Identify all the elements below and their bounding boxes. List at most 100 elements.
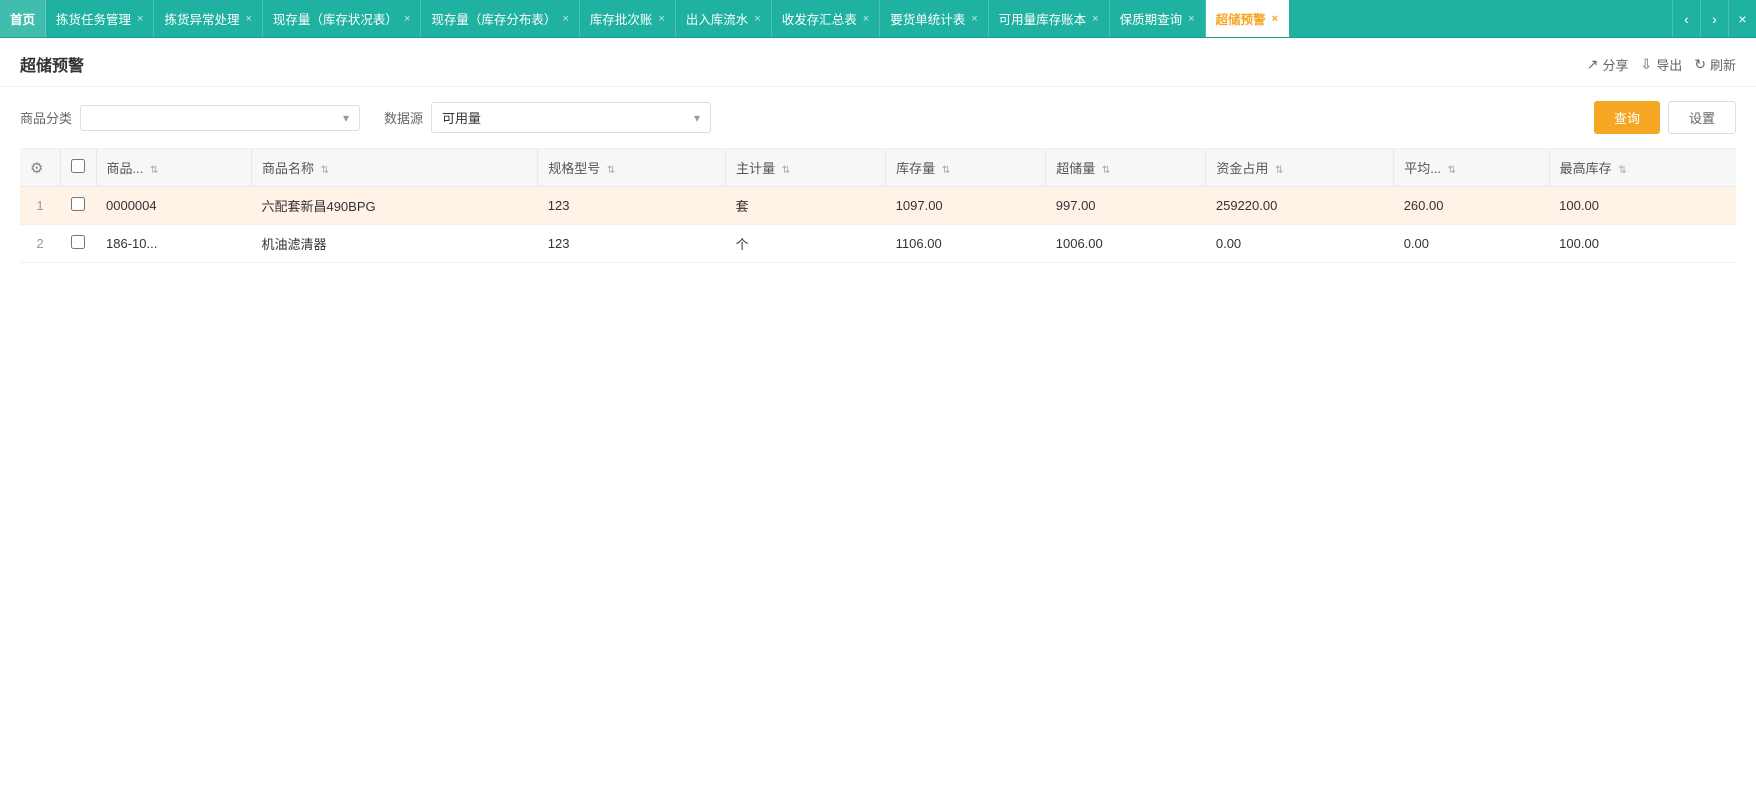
sort-icon[interactable]: ⇅	[321, 165, 329, 176]
close-icon[interactable]: ×	[754, 13, 760, 25]
nav-item-3[interactable]: 现存量（库存状况表） ×	[263, 0, 421, 37]
category-label: 商品分类	[20, 108, 72, 127]
filter-buttons: 查询 设置	[1594, 101, 1736, 134]
row-number: 2	[20, 225, 60, 263]
nav-item-active[interactable]: 超储预警 ×	[1206, 0, 1289, 37]
share-button[interactable]: ↗ 分享	[1587, 55, 1629, 74]
select-all-checkbox[interactable]	[71, 159, 85, 173]
th-avg: 平均... ⇅	[1394, 149, 1549, 187]
product-spec: 123	[538, 225, 726, 263]
close-icon[interactable]: ×	[863, 13, 869, 25]
close-icon[interactable]: ×	[971, 13, 977, 25]
close-icon[interactable]: ×	[1188, 13, 1194, 25]
th-overstock: 超储量 ⇅	[1046, 149, 1206, 187]
stock-qty: 1106.00	[886, 225, 1046, 263]
sort-icon[interactable]: ⇅	[1618, 165, 1626, 176]
main-table: ⚙ 商品... ⇅ 商品名称 ⇅ 规格型号 ⇅	[20, 149, 1736, 263]
page-header: 超储预警 ↗ 分享 ⇩ 导出 ↻ 刷新	[0, 38, 1756, 87]
th-setting: ⚙	[20, 149, 60, 187]
datasource-select[interactable]: 可用量 ▾	[431, 102, 711, 133]
max-stock: 100.00	[1549, 187, 1736, 225]
chevron-down-icon: ▾	[343, 111, 349, 125]
nav-item-6[interactable]: 出入库流水 ×	[676, 0, 772, 37]
nav-item-7[interactable]: 收发存汇总表 ×	[772, 0, 880, 37]
nav-item-2[interactable]: 拣货异常处理 ×	[154, 0, 262, 37]
close-icon[interactable]: ×	[137, 13, 143, 25]
sort-icon[interactable]: ⇅	[1275, 165, 1283, 176]
page-actions: ↗ 分享 ⇩ 导出 ↻ 刷新	[1587, 55, 1736, 74]
avg-value: 0.00	[1394, 225, 1549, 263]
th-checkbox	[60, 149, 96, 187]
nav-item-4[interactable]: 现存量（库存分布表） ×	[421, 0, 579, 37]
overstock-qty: 997.00	[1046, 187, 1206, 225]
setting-button[interactable]: 设置	[1668, 101, 1736, 134]
export-icon: ⇩	[1641, 56, 1653, 73]
sort-icon[interactable]: ⇅	[1448, 165, 1456, 176]
close-icon[interactable]: ×	[658, 13, 664, 25]
th-capital: 资金占用 ⇅	[1206, 149, 1394, 187]
table-container: ⚙ 商品... ⇅ 商品名称 ⇅ 规格型号 ⇅	[0, 149, 1756, 263]
refresh-icon: ↻	[1694, 56, 1706, 73]
nav-prev-button[interactable]: ‹	[1672, 0, 1700, 38]
avg-value: 260.00	[1394, 187, 1549, 225]
nav-item-8[interactable]: 要货单统计表 ×	[880, 0, 988, 37]
close-icon[interactable]: ×	[245, 13, 251, 25]
th-product-code: 商品... ⇅	[96, 149, 251, 187]
product-unit: 个	[726, 225, 886, 263]
capital-usage: 259220.00	[1206, 187, 1394, 225]
nav-next-button[interactable]: ›	[1700, 0, 1728, 38]
product-name: 六配套新昌490BPG	[251, 187, 537, 225]
product-name: 机油滤清器	[251, 225, 537, 263]
row-checkbox-cell	[60, 187, 96, 225]
close-icon[interactable]: ×	[404, 13, 410, 25]
datasource-value: 可用量	[442, 108, 481, 127]
nav-close-button[interactable]: ×	[1728, 0, 1756, 38]
close-icon[interactable]: ×	[1272, 13, 1278, 25]
nav-bar: 首页 拣货任务管理 × 拣货异常处理 × 现存量（库存状况表） × 现存量（库存…	[0, 0, 1756, 38]
nav-item-9[interactable]: 可用量库存账本 ×	[989, 0, 1110, 37]
sort-icon[interactable]: ⇅	[607, 165, 615, 176]
overstock-qty: 1006.00	[1046, 225, 1206, 263]
category-filter: 商品分类 ▾	[20, 105, 360, 131]
product-code: 186-10...	[96, 225, 251, 263]
th-spec: 规格型号 ⇅	[538, 149, 726, 187]
query-button[interactable]: 查询	[1594, 101, 1660, 134]
sort-icon[interactable]: ⇅	[942, 165, 950, 176]
th-stock: 库存量 ⇅	[886, 149, 1046, 187]
close-icon[interactable]: ×	[562, 13, 568, 25]
row-checkbox[interactable]	[71, 197, 85, 211]
th-max-stock: 最高库存 ⇅	[1549, 149, 1736, 187]
nav-arrows: ‹ › ×	[1672, 0, 1756, 38]
th-unit: 主计量 ⇅	[726, 149, 886, 187]
refresh-button[interactable]: ↻ 刷新	[1694, 55, 1736, 74]
nav-item-1[interactable]: 拣货任务管理 ×	[46, 0, 154, 37]
share-icon: ↗	[1587, 56, 1599, 73]
export-button[interactable]: ⇩ 导出	[1641, 55, 1683, 74]
gear-icon[interactable]: ⚙	[30, 160, 43, 177]
row-number: 1	[20, 187, 60, 225]
close-icon[interactable]: ×	[1092, 13, 1098, 25]
row-checkbox[interactable]	[71, 235, 85, 249]
nav-item-10[interactable]: 保质期查询 ×	[1110, 0, 1206, 37]
category-select[interactable]: ▾	[80, 105, 360, 131]
sort-icon[interactable]: ⇅	[150, 165, 158, 176]
datasource-label: 数据源	[384, 108, 423, 127]
sort-icon[interactable]: ⇅	[1102, 165, 1110, 176]
page-content: 超储预警 ↗ 分享 ⇩ 导出 ↻ 刷新 商品分类 ▾ 数据源	[0, 38, 1756, 800]
product-unit: 套	[726, 187, 886, 225]
table-header-row: ⚙ 商品... ⇅ 商品名称 ⇅ 规格型号 ⇅	[20, 149, 1736, 187]
row-checkbox-cell	[60, 225, 96, 263]
capital-usage: 0.00	[1206, 225, 1394, 263]
nav-item-home[interactable]: 首页	[0, 0, 46, 37]
chevron-down-icon: ▾	[694, 111, 700, 125]
table-row: 2 186-10... 机油滤清器 123 个 1106.00 1006.00 …	[20, 225, 1736, 263]
table-row: 1 0000004 六配套新昌490BPG 123 套 1097.00 997.…	[20, 187, 1736, 225]
product-spec: 123	[538, 187, 726, 225]
th-product-name: 商品名称 ⇅	[251, 149, 537, 187]
product-code: 0000004	[96, 187, 251, 225]
stock-qty: 1097.00	[886, 187, 1046, 225]
sort-icon[interactable]: ⇅	[782, 165, 790, 176]
max-stock: 100.00	[1549, 225, 1736, 263]
nav-item-5[interactable]: 库存批次账 ×	[580, 0, 676, 37]
datasource-filter: 数据源 可用量 ▾	[384, 102, 711, 133]
